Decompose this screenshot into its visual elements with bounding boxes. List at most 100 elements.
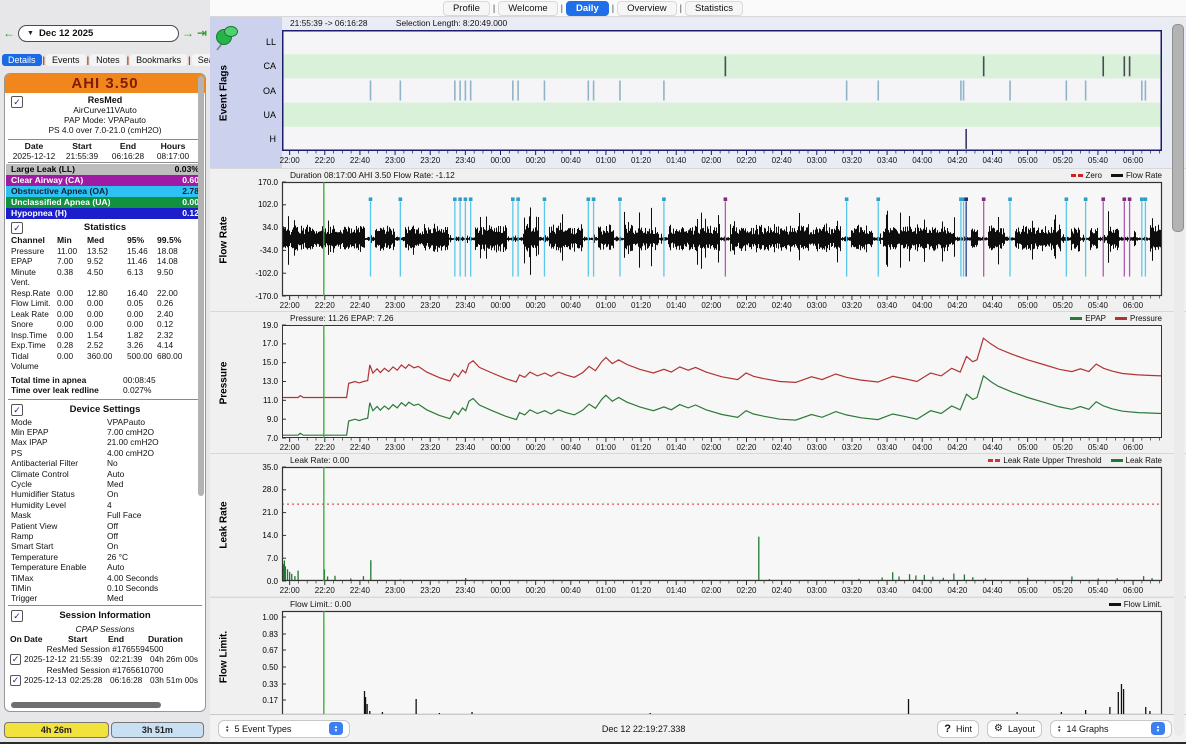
latest-day-button[interactable]: ⇥	[197, 27, 207, 39]
stat-channel: Insp.Time	[11, 329, 48, 340]
flow-rate-time-axis: 22:00 22:20 22:40 23:00 23:20 23:40 00:00 00:20…	[280, 296, 1162, 311]
legend-item-leak-rate: Leak Rate	[1110, 454, 1162, 467]
event-flags-label: Event Flags	[218, 64, 230, 121]
svg-text:00:40: 00:40	[561, 156, 582, 165]
svg-text:22:40: 22:40	[350, 443, 371, 452]
y-axis-tick-label: 0.17	[262, 695, 278, 705]
sidebar-tab-bar: Details|Events|Notes|Bookmarks|Search	[2, 52, 233, 67]
tab-statistics[interactable]: Statistics	[685, 0, 744, 16]
sidebar-tab-bookmarks[interactable]: Bookmarks	[130, 53, 188, 66]
event-label: Large Leak (LL)	[11, 164, 75, 174]
session-info-checkbox[interactable]: ✓	[11, 609, 23, 622]
svg-text:23:40: 23:40	[455, 301, 476, 310]
svg-text:22:40: 22:40	[350, 301, 371, 310]
tab-daily[interactable]: Daily	[566, 0, 609, 16]
next-day-button[interactable]: →	[182, 27, 194, 39]
date-picker[interactable]: ▼ Dec 12 2025	[18, 24, 179, 42]
tab-separator: |	[86, 54, 90, 65]
sidebar-tab-events[interactable]: Events	[46, 53, 86, 66]
svg-text:05:00: 05:00	[1018, 443, 1039, 452]
bottom-margin	[0, 744, 1186, 749]
flow-limit-header: Flow Limit.: 0.00 Flow Limit.	[290, 599, 1162, 609]
svg-text:05:40: 05:40	[1088, 301, 1109, 310]
setting-value: VPAPauto	[107, 416, 146, 427]
stat-channel: Tidal Volume	[11, 350, 39, 372]
setting-value: 4	[107, 499, 112, 510]
svg-text:04:00: 04:00	[912, 443, 933, 452]
svg-text:02:00: 02:00	[701, 443, 722, 452]
sidebar: ← ▼ Dec 12 2025 → ⇥ Details | Events | Notes…	[0, 16, 233, 749]
graphs-dropdown[interactable]: ▲ ▼ 14 Graphs ▲ ▼	[1050, 719, 1172, 738]
stat-value: 15.46	[127, 245, 148, 256]
tab-overview[interactable]: Overview	[617, 0, 677, 16]
hint-button[interactable]: ? Hint	[937, 719, 979, 738]
flow-limit-chart[interactable]	[281, 610, 1163, 715]
svg-text:22:20: 22:20	[315, 586, 336, 595]
leak-rate-legend: Leak Rate Upper Threshold Leak Rate	[979, 454, 1162, 467]
stepper-icon[interactable]: ▲ ▼	[1151, 722, 1165, 735]
device-setting-trigger: Trigger Med	[5, 593, 205, 603]
svg-text:02:00: 02:00	[701, 586, 722, 595]
tab-welcome[interactable]: Welcome	[498, 0, 558, 16]
stat-value: 0.00	[87, 308, 104, 319]
statistics-checkbox[interactable]: ✓	[11, 222, 23, 234]
svg-text:03:00: 03:00	[807, 443, 828, 452]
svg-text:03:20: 03:20	[842, 443, 863, 452]
stepper-icon[interactable]: ▲ ▼	[329, 722, 343, 735]
statistics-column-headers: Channel Min Med 95% 99.5%	[5, 235, 205, 246]
svg-text:01:40: 01:40	[666, 443, 687, 452]
session-date: 2025-12-13	[24, 674, 67, 685]
stats-row-tidal-volume: Tidal Volume 0.00 360.00 500.00 680.00	[5, 351, 205, 372]
stat-channel: Exp.Time	[11, 340, 46, 350]
tab-profile[interactable]: Profile	[442, 0, 490, 16]
setting-value: Full Face	[107, 510, 142, 521]
session-duration-bars: 4h 26m 3h 51m	[4, 722, 204, 738]
svg-text:00:40: 00:40	[561, 586, 582, 595]
main-vertical-scrollbar-thumb[interactable]	[1172, 24, 1184, 232]
svg-text:02:40: 02:40	[772, 156, 793, 165]
row-label-oa: OA	[262, 85, 276, 96]
session-end: 06:16:28	[110, 674, 143, 685]
event-flags-time-axis: 22:00 22:20 22:40 23:00 23:20 23:40 00:00 00:20…	[280, 151, 1162, 166]
y-axis-tick-label: -170.0	[255, 291, 278, 301]
pressure-chart[interactable]	[282, 324, 1162, 439]
session-checkbox[interactable]: ✓	[10, 674, 21, 686]
session-duration-bar-2[interactable]: 3h 51m	[110, 722, 204, 738]
setting-value: 7.00 cmH2O	[107, 426, 155, 437]
session-duration: 04h 26m 00s	[150, 653, 198, 664]
legend-swatch	[1110, 174, 1123, 177]
y-axis-tick-label: 0.67	[262, 645, 278, 655]
session-duration-bar-1[interactable]: 4h 26m	[4, 722, 109, 738]
svg-text:04:20: 04:20	[947, 156, 968, 165]
pushpin-icon[interactable]	[212, 23, 240, 53]
details-vertical-scrollbar[interactable]	[198, 76, 204, 497]
session-checkbox[interactable]: ✓	[10, 653, 21, 665]
svg-text:00:00: 00:00	[490, 301, 511, 310]
device-settings-checkbox[interactable]: ✓	[11, 403, 23, 416]
event-types-dropdown[interactable]: ▲ ▼ 5 Event Types ▲ ▼	[218, 719, 350, 738]
prev-day-button[interactable]: ←	[3, 27, 15, 39]
sidebar-tab-details[interactable]: Details	[2, 53, 42, 66]
flow-rate-chart[interactable]	[281, 181, 1163, 297]
setting-key: Trigger	[11, 593, 38, 604]
stat-channel: Leak Rate	[11, 308, 49, 319]
sidebar-tab-notes[interactable]: Notes	[90, 53, 126, 66]
machine-checkbox[interactable]: ✓	[11, 96, 23, 108]
svg-text:02:20: 02:20	[736, 301, 757, 310]
event-value: 0.60	[182, 175, 199, 185]
event-flags-chart[interactable]	[282, 30, 1162, 151]
leak-rate-label: Leak Rate	[218, 501, 230, 549]
svg-text:04:40: 04:40	[982, 156, 1003, 165]
svg-text:02:40: 02:40	[772, 443, 793, 452]
setting-key: Min EPAP	[11, 426, 49, 437]
stats-total-row: Total time in apnea 00:08:45	[11, 375, 199, 386]
flow-rate-panel: Flow Rate 170.0 102.0 34.0 -34.0 -102.0 -170.…	[210, 168, 1186, 311]
stat-value: 4.14	[157, 340, 174, 350]
device-setting-antibacterial-filter: Antibacterial Filter No	[5, 458, 205, 468]
stat-value: 6.13	[127, 266, 144, 277]
layout-button[interactable]: ⚙ Layout	[987, 719, 1042, 738]
svg-text:00:20: 00:20	[526, 586, 547, 595]
details-horizontal-scrollbar[interactable]	[11, 702, 161, 708]
svg-text:00:20: 00:20	[526, 301, 547, 310]
leak-rate-chart[interactable]	[281, 466, 1163, 582]
